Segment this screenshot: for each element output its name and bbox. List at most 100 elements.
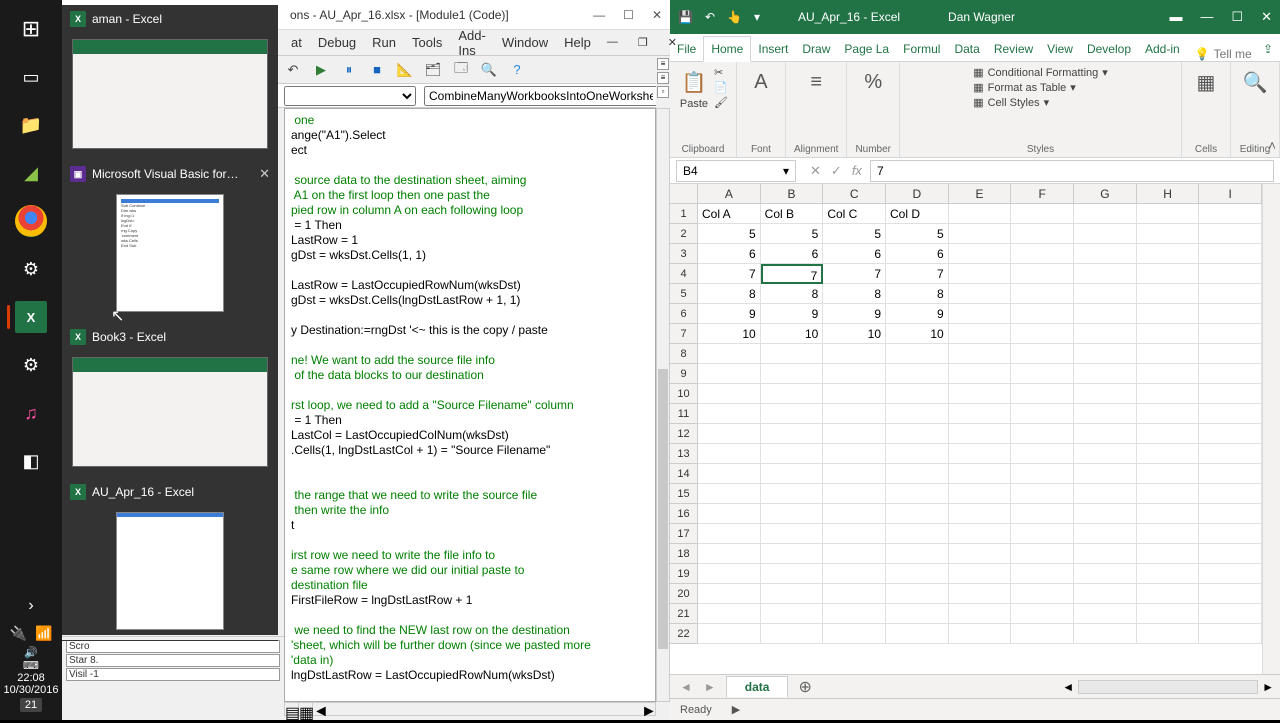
paste-icon[interactable]: 📋 — [678, 66, 710, 98]
maximize-icon[interactable]: ☐ — [623, 8, 634, 22]
preview-item-aman[interactable]: X aman - Excel — [62, 5, 278, 160]
cell[interactable]: 6 — [823, 244, 886, 264]
column-header[interactable]: D — [886, 184, 949, 204]
row-header[interactable]: 10 — [670, 384, 698, 404]
cell[interactable] — [761, 364, 824, 384]
cell[interactable] — [1199, 344, 1262, 364]
cell[interactable] — [1011, 464, 1074, 484]
row-header[interactable]: 5 — [670, 284, 698, 304]
clock-date[interactable]: 10/30/2016 — [3, 684, 58, 696]
preview-thumbnail[interactable] — [116, 512, 224, 630]
cell[interactable]: Col A — [698, 204, 761, 224]
cell[interactable] — [949, 544, 1012, 564]
cell[interactable] — [1074, 484, 1137, 504]
cell[interactable] — [761, 524, 824, 544]
mdi-minimize-icon[interactable]: — — [600, 34, 625, 51]
tab-draw[interactable]: Draw — [795, 37, 837, 61]
bookmark-icon[interactable]: ▫ — [657, 86, 669, 98]
volume-icon[interactable]: 🔊 — [24, 646, 38, 659]
cell[interactable] — [1137, 264, 1200, 284]
cell[interactable] — [761, 464, 824, 484]
cell[interactable] — [886, 444, 949, 464]
cell[interactable] — [949, 584, 1012, 604]
cell[interactable] — [1137, 344, 1200, 364]
file-explorer-icon[interactable]: 📁 — [15, 109, 47, 141]
cell[interactable] — [761, 504, 824, 524]
tab-home[interactable]: Home — [703, 36, 751, 62]
cell[interactable]: 10 — [698, 324, 761, 344]
cell[interactable]: 10 — [761, 324, 824, 344]
row-header[interactable]: 15 — [670, 484, 698, 504]
cell[interactable]: 7 — [761, 264, 824, 284]
find-icon[interactable]: 🔍 — [1239, 66, 1271, 98]
app-icon-2[interactable]: ◧ — [15, 445, 47, 477]
row-header[interactable]: 13 — [670, 444, 698, 464]
row-header[interactable]: 14 — [670, 464, 698, 484]
close-icon[interactable]: ✕ — [259, 166, 270, 182]
cell[interactable] — [761, 604, 824, 624]
cell[interactable] — [949, 524, 1012, 544]
cell[interactable]: 8 — [886, 284, 949, 304]
cell[interactable] — [1074, 564, 1137, 584]
cell[interactable] — [886, 464, 949, 484]
cell[interactable] — [823, 464, 886, 484]
cell[interactable]: 10 — [823, 324, 886, 344]
cell[interactable] — [1137, 224, 1200, 244]
excel-titlebar[interactable]: 💾 ↶ 👆 ▾ AU_Apr_16 - Excel Dan Wagner ▬ —… — [670, 0, 1280, 34]
cell[interactable] — [1199, 444, 1262, 464]
cell[interactable] — [698, 404, 761, 424]
tell-me-search[interactable]: 💡 Tell me — [1195, 47, 1252, 61]
cell[interactable]: 6 — [761, 244, 824, 264]
cell[interactable] — [698, 424, 761, 444]
column-header[interactable]: G — [1074, 184, 1137, 204]
menu-tools[interactable]: Tools — [405, 33, 449, 52]
prop-row[interactable]: Visil -1 — [66, 668, 280, 681]
cell[interactable]: 7 — [698, 264, 761, 284]
alignment-icon[interactable]: ≡ — [800, 66, 832, 98]
fx-icon[interactable]: fx — [852, 163, 862, 179]
pause-icon[interactable]: ⏸ — [340, 61, 358, 79]
cell[interactable] — [886, 364, 949, 384]
cell[interactable] — [1199, 504, 1262, 524]
cell[interactable] — [1137, 504, 1200, 524]
tab-develop[interactable]: Develop — [1080, 37, 1138, 61]
cell[interactable] — [949, 424, 1012, 444]
notification-count[interactable]: 21 — [20, 698, 42, 712]
menu-window[interactable]: Window — [495, 33, 555, 52]
cell[interactable] — [698, 624, 761, 644]
row-header[interactable]: 7 — [670, 324, 698, 344]
cell[interactable] — [949, 364, 1012, 384]
cell[interactable] — [886, 504, 949, 524]
cell[interactable] — [1199, 364, 1262, 384]
cell[interactable]: 10 — [886, 324, 949, 344]
cell[interactable] — [1011, 244, 1074, 264]
collapse-ribbon-icon[interactable]: ˄ — [1268, 138, 1276, 153]
macro-record-icon[interactable]: ▶ — [732, 703, 740, 716]
vba-code-pane[interactable]: oneange("A1").Selectect source data to t… — [284, 108, 656, 702]
cell[interactable] — [1011, 264, 1074, 284]
cell[interactable] — [886, 584, 949, 604]
cell[interactable] — [1011, 424, 1074, 444]
minimize-icon[interactable]: — — [1200, 9, 1213, 25]
cell[interactable]: 5 — [761, 224, 824, 244]
cell[interactable] — [1074, 404, 1137, 424]
column-header[interactable]: B — [761, 184, 824, 204]
row-header[interactable]: 4 — [670, 264, 698, 284]
column-header[interactable]: E — [949, 184, 1012, 204]
procedure-dropdown[interactable]: CombineManyWorkbooksIntoOneWorkshe — [424, 86, 670, 106]
cell[interactable] — [761, 584, 824, 604]
cell[interactable] — [1074, 284, 1137, 304]
cell[interactable]: 5 — [886, 224, 949, 244]
cell[interactable] — [823, 524, 886, 544]
cell[interactable] — [1011, 204, 1074, 224]
preview-item-vba[interactable]: ▣ Microsoft Visual Basic for… ✕ Sub Comb… — [62, 160, 278, 323]
cell[interactable] — [1074, 204, 1137, 224]
cell[interactable] — [1199, 264, 1262, 284]
cell[interactable]: 5 — [823, 224, 886, 244]
tab-data[interactable]: Data — [947, 37, 986, 61]
cell[interactable] — [698, 524, 761, 544]
row-header[interactable]: 16 — [670, 504, 698, 524]
cell[interactable] — [1137, 544, 1200, 564]
cell[interactable] — [1137, 424, 1200, 444]
design-icon[interactable]: 📐 — [396, 61, 414, 79]
